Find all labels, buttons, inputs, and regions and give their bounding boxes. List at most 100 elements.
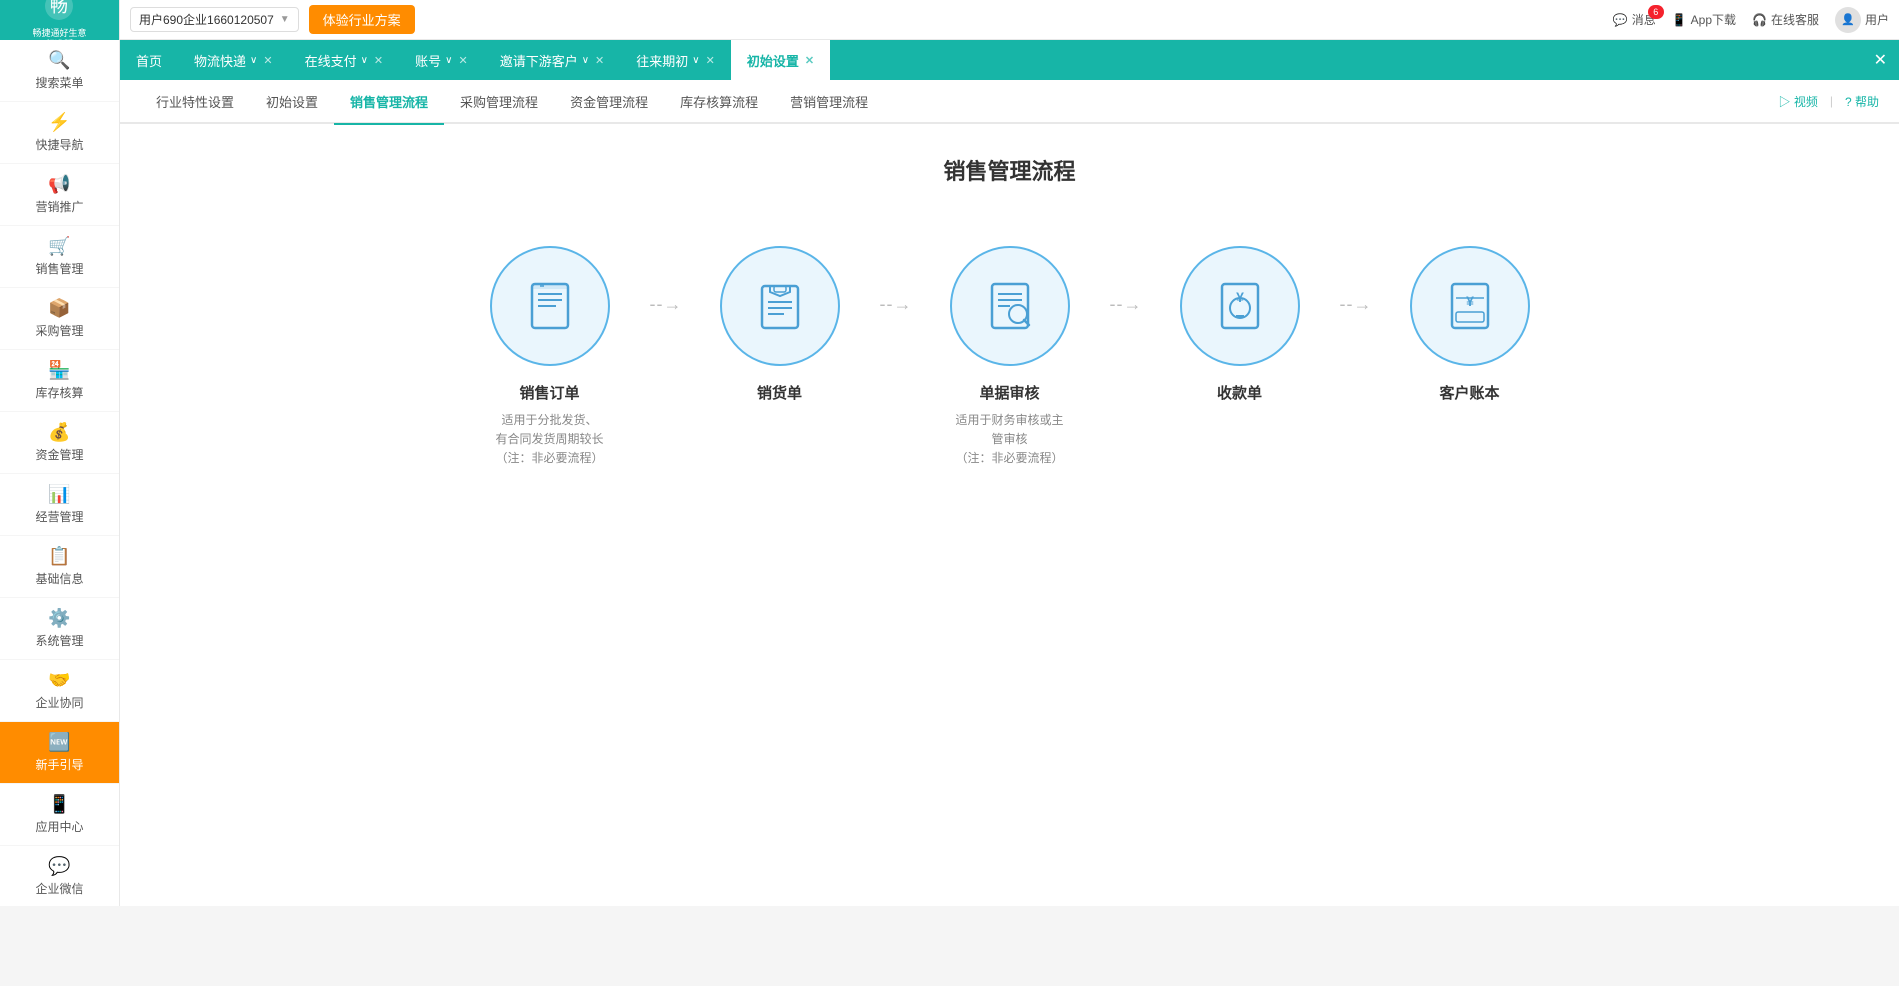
nav-tab-account[interactable]: 账号∨✕ xyxy=(399,40,484,80)
nav-tab-label-payment: 在线支付 xyxy=(305,51,357,70)
flow-circle-audit xyxy=(950,246,1070,366)
sub-tab-finance-flow[interactable]: 资金管理流程 xyxy=(554,79,664,123)
tab-arrow-invite: ∨ xyxy=(582,55,589,66)
user-selector[interactable]: 用户690企业1660120507 ▼ xyxy=(130,7,299,32)
sidebar: 畅 畅捷通好生意 标准版 🔍搜索菜单⚡快捷导航📢营销推广🛒销售管理📦采购管理🏪库… xyxy=(0,0,120,906)
flow-item-sales-delivery[interactable]: 销货单 xyxy=(690,246,870,411)
sidebar-label-basic-info: 基础信息 xyxy=(35,570,83,587)
nav-tab-label-invite: 邀请下游客户 xyxy=(500,51,578,70)
corp-wechat-icon: 💬 xyxy=(48,856,70,877)
flow-item-sales-order[interactable]: 销售订单 适用于分批发货、有合同发货周期较长（注：非必要流程） xyxy=(460,246,640,469)
sub-tab-init-settings[interactable]: 初始设置 xyxy=(250,79,334,123)
sidebar-item-sales-mgmt[interactable]: 🛒 销售管理 xyxy=(0,226,119,288)
sidebar-item-quick-nav[interactable]: ⚡ 快捷导航 xyxy=(0,102,119,164)
dashed-arrow-icon: - - → xyxy=(1340,294,1370,315)
sub-tab-label-inventory-flow: 库存核算流程 xyxy=(680,92,758,111)
sub-tab-sales-flow[interactable]: 销售管理流程 xyxy=(334,79,444,123)
user-selector-text: 用户690企业1660120507 xyxy=(139,11,274,28)
sidebar-item-basic-info[interactable]: 📋 基础信息 xyxy=(0,536,119,598)
close-all-tabs-button[interactable]: ✕ xyxy=(1862,40,1899,80)
tab-close-init[interactable]: ✕ xyxy=(805,54,814,67)
main-content: 行业特性设置初始设置销售管理流程采购管理流程资金管理流程库存核算流程营销管理流程… xyxy=(120,80,1899,906)
sidebar-item-corp-wechat[interactable]: 💬企业微信 xyxy=(0,846,119,906)
sidebar-label-ops-mgmt: 经营管理 xyxy=(35,508,83,525)
page-title: 销售管理流程 xyxy=(120,124,1899,206)
avatar: 👤 xyxy=(1835,7,1861,33)
nav-tab-init[interactable]: 初始设置✕ xyxy=(731,40,830,80)
tab-close-account[interactable]: ✕ xyxy=(458,54,467,67)
sidebar-label-inventory: 库存核算 xyxy=(35,384,83,401)
flow-arrow-1: - - → xyxy=(640,246,690,315)
sales-mgmt-icon: 🛒 xyxy=(48,236,70,257)
tab-close-payment[interactable]: ✕ xyxy=(374,54,383,67)
search-icon: 🔍 xyxy=(48,50,70,71)
sidebar-label-sys-mgmt: 系统管理 xyxy=(35,632,83,649)
sidebar-item-marketing-promo[interactable]: 📢 营销推广 xyxy=(0,164,119,226)
tab-arrow-account: ∨ xyxy=(445,55,452,66)
sub-tab-industry[interactable]: 行业特性设置 xyxy=(140,79,250,123)
tab-close-logistics[interactable]: ✕ xyxy=(263,54,272,67)
sidebar-label-corp-coop: 企业协同 xyxy=(35,694,83,711)
nav-tab-home[interactable]: 首页 xyxy=(120,40,178,80)
sub-tab-label-purchase-flow: 采购管理流程 xyxy=(460,92,538,111)
inventory-icon: 🏪 xyxy=(48,360,70,381)
sidebar-label-new-guide: 新手引导 xyxy=(35,756,83,773)
dropdown-arrow-icon: ▼ xyxy=(280,14,290,25)
sidebar-item-search[interactable]: 🔍 搜索菜单 xyxy=(0,40,119,102)
sys-mgmt-icon: ⚙️ xyxy=(48,608,70,629)
nav-tab-logistics[interactable]: 物流快递∨✕ xyxy=(178,40,289,80)
sidebar-item-app-center[interactable]: 📱应用中心 xyxy=(0,784,119,846)
app-download-item[interactable]: 📱 App下载 xyxy=(1672,11,1736,28)
sidebar-item-ops-mgmt[interactable]: 📊经营管理 xyxy=(0,474,119,536)
app-download-icon: 📱 xyxy=(1672,13,1687,27)
dashed-arrow-icon: - - → xyxy=(1110,294,1140,315)
sidebar-item-sys-mgmt[interactable]: ⚙️ 系统管理 xyxy=(0,598,119,660)
sub-tabs: 行业特性设置初始设置销售管理流程采购管理流程 资金管理流程 库存核算流程 营销管理流程… xyxy=(120,80,1899,124)
sidebar-item-corp-coop[interactable]: 🤝企业协同 xyxy=(0,660,119,722)
flow-desc-audit: 适用于财务审核或主管审核（注：非必要流程） xyxy=(955,411,1063,469)
nav-tabs: 首页物流快递∨✕在线支付∨✕账号∨✕邀请下游客户∨✕往来期初∨✕初始设置✕ ✕ xyxy=(120,40,1899,80)
sub-tab-inventory-flow[interactable]: 库存核算流程 xyxy=(664,79,774,123)
sidebar-label-quick-nav: 快捷导航 xyxy=(35,136,83,153)
dashed-arrow-icon: - - → xyxy=(880,294,910,315)
sidebar-item-purchase-mgmt[interactable]: 📦采购管理 xyxy=(0,288,119,350)
flow-item-receipt[interactable]: ¥ 收款单 xyxy=(1150,246,1330,411)
online-service-item[interactable]: 🎧 在线客服 xyxy=(1752,11,1819,28)
flow-item-customer-ledger[interactable]: ¥ 客户账本 xyxy=(1380,246,1560,411)
sub-tab-label-finance-flow: 资金管理流程 xyxy=(570,92,648,111)
question-icon: ? xyxy=(1845,95,1852,109)
sidebar-label-search: 搜索菜单 xyxy=(35,74,83,91)
sub-tab-purchase-flow[interactable]: 采购管理流程 xyxy=(444,79,554,123)
online-service-label: 在线客服 xyxy=(1771,11,1819,28)
nav-tab-payment[interactable]: 在线支付∨✕ xyxy=(289,40,400,80)
tab-close-invite[interactable]: ✕ xyxy=(595,54,604,67)
tab-close-period[interactable]: ✕ xyxy=(706,54,715,67)
message-item[interactable]: 💬 消息 6 xyxy=(1613,11,1656,28)
flow-item-audit[interactable]: 单据审核 适用于财务审核或主管审核（注：非必要流程） xyxy=(920,246,1100,469)
basic-info-icon: 📋 xyxy=(48,546,70,567)
dashed-arrow-icon: - - → xyxy=(650,294,680,315)
sidebar-item-new-guide[interactable]: 🆕 新手引导 xyxy=(0,722,119,784)
tab-arrow-period: ∨ xyxy=(692,55,699,66)
headset-icon: 🎧 xyxy=(1752,13,1767,27)
marketing-promo-icon: 📢 xyxy=(48,174,70,195)
sidebar-label-sales-mgmt: 销售管理 xyxy=(35,260,83,277)
tab-arrow-logistics: ∨ xyxy=(250,55,257,66)
help-link[interactable]: ? 帮助 xyxy=(1845,93,1879,110)
sidebar-item-inventory[interactable]: 🏪 库存核算 xyxy=(0,350,119,412)
header-left: 用户690企业1660120507 ▼ 体验行业方案 xyxy=(120,5,415,34)
quick-nav-icon: ⚡ xyxy=(48,112,70,133)
sidebar-item-finance[interactable]: 💰资金管理 xyxy=(0,412,119,474)
sub-tab-marketing-flow[interactable]: 营销管理流程 xyxy=(774,79,884,123)
nav-tab-invite[interactable]: 邀请下游客户 ∨ ✕ xyxy=(484,40,621,80)
new-guide-icon: 🆕 xyxy=(48,732,70,753)
nav-tab-period[interactable]: 往来期初∨✕ xyxy=(620,40,731,80)
sub-tab-label-marketing-flow: 营销管理流程 xyxy=(790,92,868,111)
trial-button[interactable]: 体验行业方案 xyxy=(309,5,415,34)
video-link[interactable]: ▷ 视频 xyxy=(1778,93,1817,110)
svg-text:¥: ¥ xyxy=(1236,289,1244,305)
sub-tab-label-industry: 行业特性设置 xyxy=(156,92,234,111)
sidebar-label-purchase-mgmt: 采购管理 xyxy=(35,322,83,339)
sidebar-label-marketing-promo: 营销推广 xyxy=(35,198,83,215)
user-profile-item[interactable]: 👤 用户 xyxy=(1835,7,1889,33)
